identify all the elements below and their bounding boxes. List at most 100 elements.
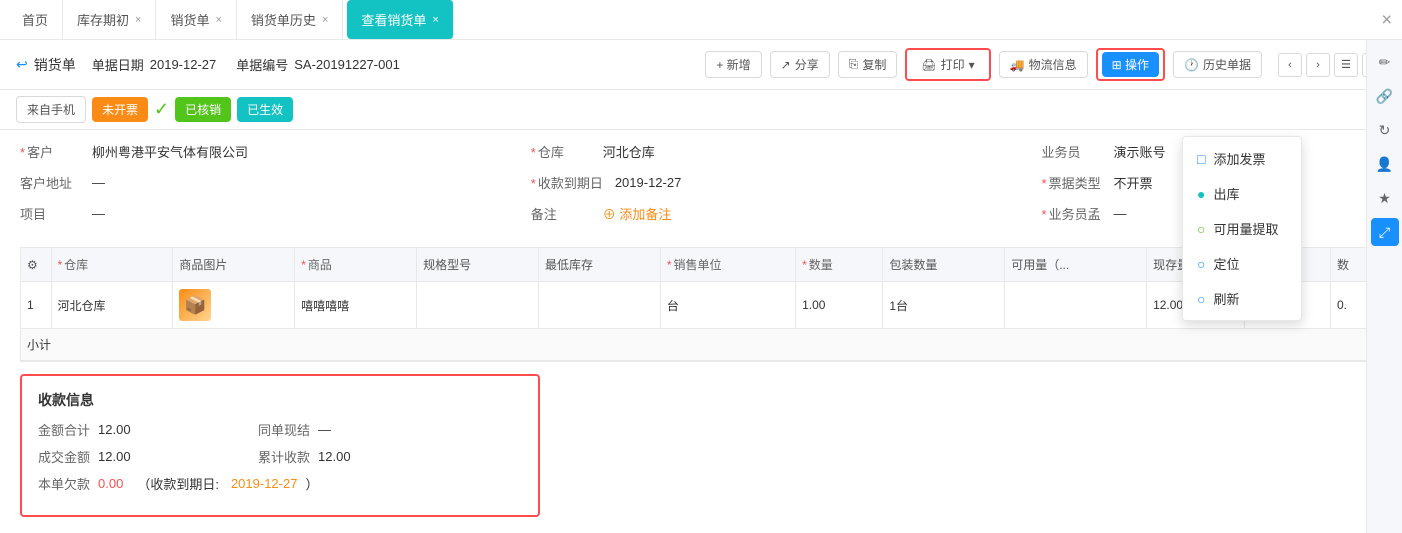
outbound-item[interactable]: ● 出库 [1183, 176, 1301, 211]
tab-bar: 首页 库存期初 × 销货单 × 销货单历史 × 查看销货单 × × [0, 0, 1402, 40]
refresh-item[interactable]: ○ 刷新 [1183, 281, 1301, 316]
image-column-header: 商品图片 [173, 248, 295, 282]
history-button[interactable]: 🕐 历史单据 [1173, 51, 1262, 78]
share-icon: ↗ [781, 58, 791, 72]
doc-actions: + 新增 ↗ 分享 ⎘ 复制 🖨 打印 ▾ 🚚 [705, 48, 1386, 81]
row-index: 1 [21, 282, 51, 329]
locate-item[interactable]: ○ 定位 [1183, 246, 1301, 281]
total-item: 金额合计 12.00 [38, 420, 218, 439]
tab-view-sales-label: 查看销货单 [361, 10, 426, 29]
available-qty-item[interactable]: ○ 可用量提取 [1183, 211, 1301, 246]
list-view-button[interactable]: ☰ [1334, 53, 1358, 77]
tab-sales-history-close[interactable]: × [322, 14, 328, 26]
payment-row-2: 成交金额 12.00 累计收款 12.00 [38, 447, 522, 466]
invoice-icon: □ [1197, 151, 1205, 167]
print-button[interactable]: 🖨 打印 ▾ [911, 52, 984, 77]
prev-button[interactable]: ‹ [1278, 53, 1302, 77]
doc-title-text: 销货单 [34, 55, 76, 75]
sidebar-link-icon[interactable]: 🔗 [1371, 82, 1399, 110]
gear-column-header[interactable]: ⚙ [21, 248, 51, 282]
tab-sales-history[interactable]: 销货单历史 × [237, 0, 343, 39]
copy-button[interactable]: ⎘ 复制 [838, 51, 898, 78]
tab-view-sales-close[interactable]: × [432, 14, 438, 26]
sidebar-refresh-circle-icon[interactable]: ↻ [1371, 116, 1399, 144]
payment-title: 收款信息 [38, 390, 522, 410]
customer-field: 客户 柳州粤港平安气体有限公司 [20, 142, 531, 161]
cumulative-value: 12.00 [318, 449, 351, 464]
tab-sales-close[interactable]: × [215, 14, 221, 26]
new-button[interactable]: + 新增 [705, 51, 761, 78]
project-field: 项目 — [20, 204, 531, 223]
outbound-label: 出库 [1213, 184, 1239, 203]
sales-staff-label: 业务员孟 [1042, 204, 1102, 223]
payment-row-3: 本单欠款 0.00 （收款到期日: 2019-12-27 ） [38, 474, 522, 493]
unit-column-header: 销售单位 [660, 248, 795, 282]
tab-inventory[interactable]: 库存期初 × [63, 0, 156, 39]
product-column-header: 商品 [295, 248, 417, 282]
warehouse-value: 河北仓库 [599, 142, 655, 161]
add-invoice-item[interactable]: □ 添加发票 [1183, 141, 1301, 176]
doc-date-label: 单据日期 [92, 55, 144, 74]
window-close-button[interactable]: × [1381, 9, 1392, 30]
row-image: 📦 [173, 282, 295, 329]
project-value: — [88, 206, 105, 221]
warehouse-label: 仓库 [531, 142, 591, 161]
sold-status-btn[interactable]: 已核销 [175, 97, 231, 122]
customer-value: 柳州粤港平安气体有限公司 [88, 142, 248, 161]
address-value: — [88, 175, 105, 190]
ticket-type-value: 不开票 [1110, 173, 1153, 192]
arrears-label: 本单欠款 [38, 474, 90, 493]
refresh-label: 刷新 [1213, 289, 1239, 308]
form-row-1: 客户 柳州粤港平安气体有限公司 仓库 河北仓库 业务员 演示账号 [20, 142, 1382, 161]
doc-icon: ↩ [16, 56, 28, 73]
total-label: 金额合计 [38, 420, 90, 439]
sidebar-user-icon[interactable]: 👤 [1371, 150, 1399, 178]
tab-view-sales[interactable]: 查看销货单 × [347, 0, 453, 39]
doc-header: ↩ 销货单 单据日期 2019-12-27 单据编号 SA-20191227-0… [0, 40, 1402, 90]
total-value: 12.00 [98, 422, 131, 437]
share-button[interactable]: ↗ 分享 [770, 51, 830, 78]
sidebar-edit-icon[interactable]: ✏ [1371, 48, 1399, 76]
tab-home-label: 首页 [22, 10, 48, 29]
tab-sales[interactable]: 销货单 × [156, 0, 236, 39]
form-row-2: 客户地址 — 收款到期日 2019-12-27 票据类型 不开票 [20, 173, 1382, 192]
tab-home[interactable]: 首页 [8, 0, 63, 39]
doc-date-item: 单据日期 2019-12-27 [92, 55, 217, 74]
cumulative-item: 累计收款 12.00 [258, 447, 438, 466]
print-dropdown-icon: ▾ [969, 58, 975, 72]
available-qty-label: 可用量提取 [1213, 219, 1278, 238]
tab-sales-history-label: 销货单历史 [251, 10, 316, 29]
staff-label: 业务员 [1042, 142, 1102, 161]
operation-button[interactable]: ⊞ 操作 [1102, 52, 1159, 77]
doc-number-value: SA-20191227-001 [294, 57, 400, 72]
same-settlement-item: 同单现结 — [258, 420, 438, 439]
next-button[interactable]: › [1306, 53, 1330, 77]
logistics-button[interactable]: 🚚 物流信息 [999, 51, 1088, 78]
add-note-button[interactable]: ⊕ 添加备注 [599, 204, 672, 223]
history-icon: 🕐 [1184, 58, 1199, 72]
row-min-stock [539, 282, 661, 329]
quantity-column-header: 数量 [796, 248, 883, 282]
phone-status-btn[interactable]: 来自手机 [16, 96, 86, 123]
print-button-highlight: 🖨 打印 ▾ [905, 48, 990, 81]
operation-button-highlight: ⊞ 操作 [1096, 48, 1165, 81]
payment-date-field: 收款到期日 2019-12-27 [531, 173, 1042, 192]
main-content: ↩ 销货单 单据日期 2019-12-27 单据编号 SA-20191227-0… [0, 40, 1402, 533]
payment-info-box: 收款信息 金额合计 12.00 同单现结 — 成交金额 12.00 累计收款 [20, 374, 540, 517]
truck-icon: 🚚 [1010, 58, 1025, 72]
items-table: ⚙ 仓库 商品图片 商品 规格型号 最低库存 销售单位 数量 包装数量 可用量（… [21, 248, 1381, 361]
staff-value: 演示账号 [1110, 142, 1166, 161]
copy-icon: ⎘ [849, 57, 859, 72]
unopened-status-btn[interactable]: 未开票 [92, 97, 148, 122]
sidebar-expand-icon[interactable]: ⤢ [1371, 218, 1399, 246]
address-label: 客户地址 [20, 173, 80, 192]
status-toolbar: 来自手机 未开票 ✓ 已核销 已生效 [0, 90, 1402, 130]
tab-inventory-close[interactable]: × [135, 14, 141, 26]
effective-status-btn[interactable]: 已生效 [237, 97, 293, 122]
warehouse-field: 仓库 河北仓库 [531, 142, 1042, 161]
refresh-icon: ○ [1197, 291, 1205, 307]
address-field: 客户地址 — [20, 173, 531, 192]
sidebar-star-icon[interactable]: ★ [1371, 184, 1399, 212]
deal-amount-value: 12.00 [98, 449, 131, 464]
payment-date-label: 收款到期日 [531, 173, 603, 192]
